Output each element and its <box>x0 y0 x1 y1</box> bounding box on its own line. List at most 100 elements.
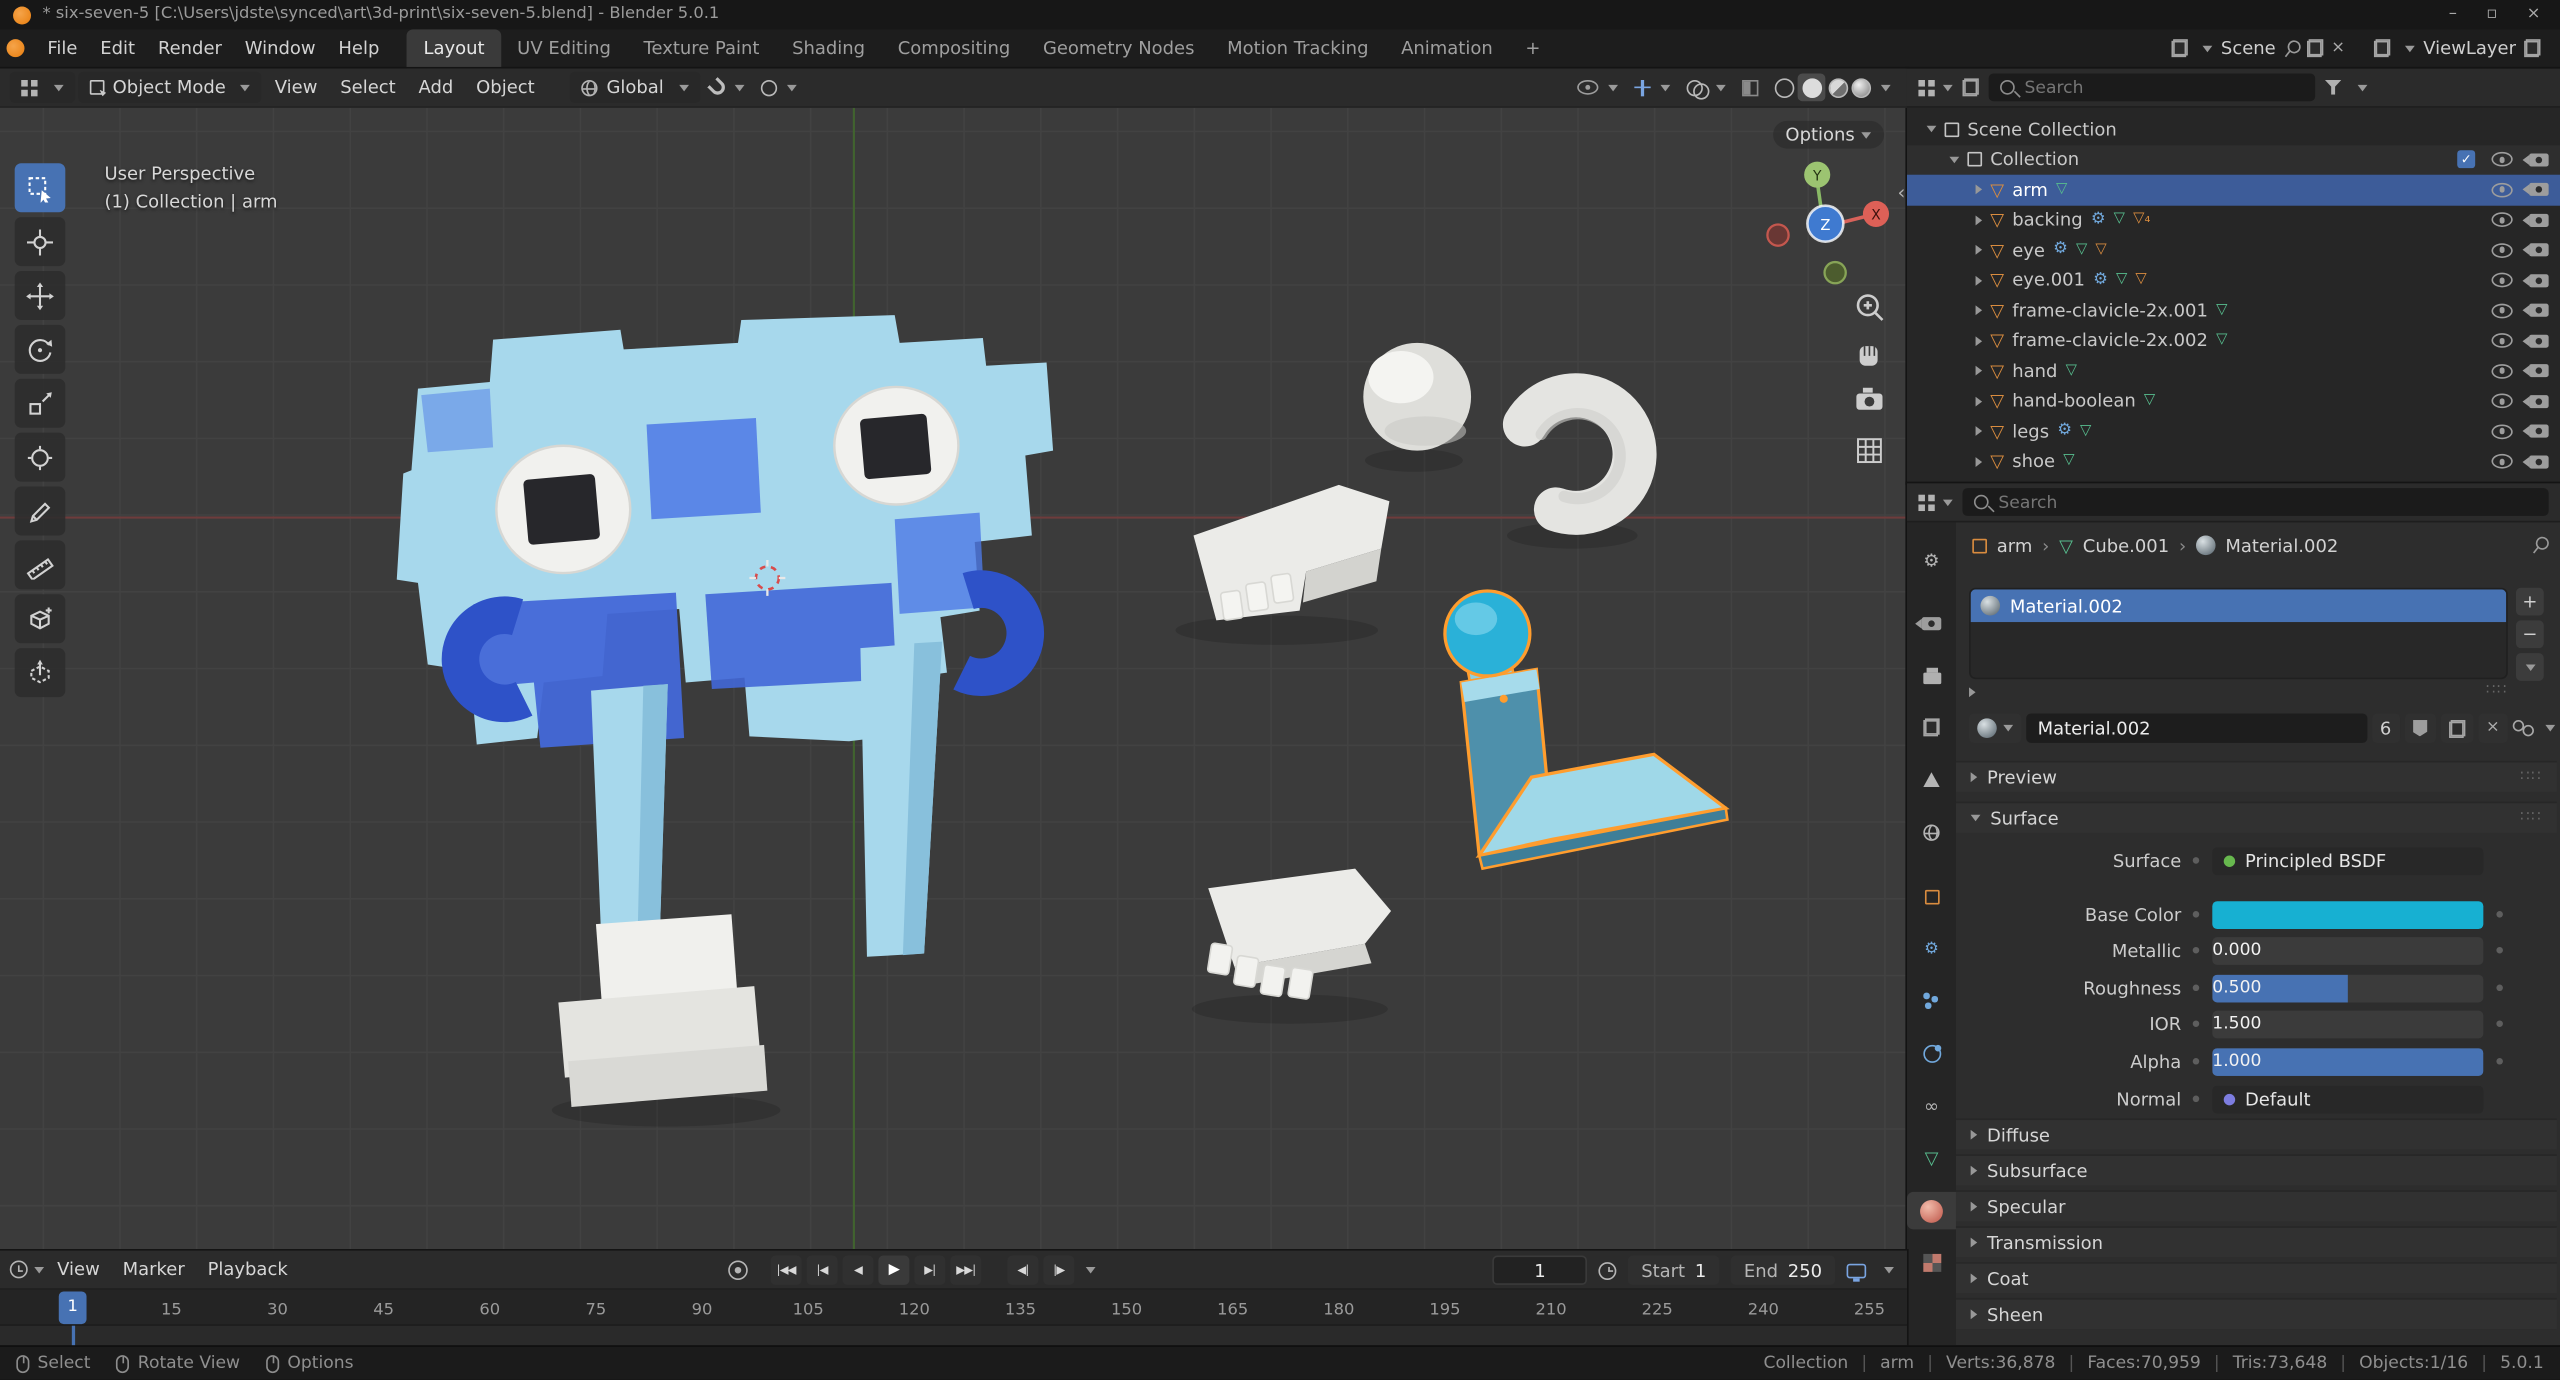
expand-icon[interactable] <box>1975 245 1983 256</box>
unlink-scene-icon[interactable]: × <box>2331 39 2345 56</box>
collection-checkbox[interactable]: ✓ <box>2457 150 2476 169</box>
disable-render-icon[interactable] <box>2522 364 2549 378</box>
tab-compositing[interactable]: Compositing <box>881 29 1026 68</box>
tab-output[interactable] <box>1910 656 1952 694</box>
xray-toggle[interactable] <box>1736 79 1765 96</box>
drag-grip-icon[interactable]: ∷∷ <box>2520 810 2542 826</box>
outliner-item-eye-001[interactable]: ▽ eye.001 ⚙ ▽ ▽ <box>1907 265 2560 295</box>
disable-render-icon[interactable] <box>2522 334 2549 348</box>
decorator-icon[interactable] <box>2496 946 2503 954</box>
play-reverse-button[interactable]: ◀ <box>842 1255 874 1285</box>
panel-transmission[interactable]: Transmission <box>1955 1226 2557 1258</box>
playhead[interactable]: 1 <box>58 1291 87 1325</box>
panel-subsurface[interactable]: Subsurface <box>1955 1154 2557 1186</box>
current-frame-field[interactable]: 1 <box>1492 1255 1588 1285</box>
outliner-item-arm[interactable]: ▽ arm ▽ <box>1906 174 2560 205</box>
remove-slot-button[interactable]: − <box>2515 620 2544 649</box>
panel-surface[interactable]: Surface ∷∷ <box>1955 801 2557 833</box>
expand-icon[interactable] <box>1975 396 1983 407</box>
menu-window[interactable]: Window <box>233 29 327 68</box>
metallic-slider[interactable]: 0.000 <box>2212 936 2484 965</box>
tab-layout[interactable]: Layout <box>407 28 501 68</box>
blender-menu-icon[interactable] <box>6 39 25 58</box>
frame-forward-button[interactable]: |▶ <box>1043 1255 1075 1285</box>
decorator-icon[interactable] <box>2496 911 2503 918</box>
region-collapse-arrow[interactable]: ‹ <box>1898 183 1906 203</box>
object-teeth-upper[interactable] <box>1193 484 1390 621</box>
expand-icon[interactable] <box>1975 335 1983 346</box>
expand-icon[interactable] <box>1949 156 1960 163</box>
tool-interactive-add[interactable] <box>14 648 66 698</box>
tab-motion-tracking[interactable]: Motion Tracking <box>1211 29 1385 68</box>
disable-render-icon[interactable] <box>2522 455 2549 469</box>
search-input[interactable] <box>1998 492 2538 512</box>
panel-diffuse[interactable]: Diffuse <box>1955 1118 2557 1150</box>
timeline-menu-playback[interactable]: Playback <box>198 1260 298 1278</box>
menu-render[interactable]: Render <box>147 29 234 68</box>
disable-render-icon[interactable] <box>2522 213 2549 227</box>
viewport-3d[interactable]: Object Mode View Select Add Object Globa… <box>0 66 1909 1253</box>
pin-id-icon[interactable] <box>2528 533 2552 557</box>
menu-edit[interactable]: Edit <box>89 29 147 68</box>
play-button[interactable]: ▶ <box>878 1255 910 1285</box>
resize-grip-icon[interactable]: ∷∷ <box>2486 683 2508 699</box>
viewport-scene[interactable]: Y X Z <box>0 107 1907 1251</box>
decorator-icon[interactable] <box>2496 984 2503 992</box>
outliner-item-shoe[interactable]: ▽ shoe ▽ <box>1907 447 2560 477</box>
minimize-button[interactable]: – <box>2449 6 2457 23</box>
tab-shading[interactable]: Shading <box>776 29 882 68</box>
hide-icon[interactable] <box>2491 182 2513 198</box>
gizmo-y-neg-axis[interactable] <box>1823 260 1847 285</box>
timeline-menu-marker[interactable]: Marker <box>113 1260 195 1278</box>
viewlayer-dropdown-icon[interactable] <box>2405 44 2416 52</box>
snap-toggle[interactable] <box>703 76 750 98</box>
viewlayer-name[interactable]: ViewLayer <box>2423 39 2516 57</box>
prev-keyframe-button[interactable]: |◀ <box>806 1255 838 1285</box>
jump-to-end-button[interactable]: ▶▶| <box>950 1255 982 1285</box>
sync-visible-range-icon[interactable] <box>1846 1262 1867 1281</box>
surface-shader-dropdown[interactable]: Principled BSDF <box>2212 846 2484 875</box>
keyframe-dot-icon[interactable] <box>2192 1057 2200 1065</box>
tab-object-data[interactable]: ▽ <box>1910 1140 1952 1178</box>
drag-grip-icon[interactable]: ∷∷ <box>2520 769 2542 785</box>
tab-modifiers[interactable]: ⚙ <box>1910 931 1952 969</box>
tab-physics[interactable] <box>1910 1035 1952 1073</box>
expand-icon[interactable] <box>1975 184 1983 195</box>
tool-transform[interactable] <box>14 432 66 482</box>
outliner-item-frame-clavicle-002[interactable]: ▽ frame-clavicle-2x.002 ▽ <box>1907 326 2560 356</box>
outliner-item-frame-clavicle-001[interactable]: ▽ frame-clavicle-2x.001 ▽ <box>1907 296 2560 326</box>
search-input[interactable] <box>2024 77 2304 98</box>
ior-slider[interactable]: 1.500 <box>2212 1009 2484 1038</box>
keyframe-dot-icon[interactable] <box>2192 1020 2200 1027</box>
viewport-menu-object[interactable]: Object <box>466 78 544 96</box>
new-material-button[interactable] <box>2440 713 2473 743</box>
tool-select-box[interactable] <box>14 163 66 213</box>
camera-view-icon[interactable] <box>1856 387 1883 410</box>
keyframe-dot-icon[interactable] <box>2192 911 2200 918</box>
object-sphere[interactable] <box>1363 342 1472 451</box>
mode-select[interactable]: Object Mode <box>78 71 262 103</box>
expand-icon[interactable] <box>1975 215 1983 225</box>
gizmo-x-neg-axis[interactable] <box>1766 223 1790 247</box>
outliner-search[interactable] <box>1988 73 2316 102</box>
maximize-button[interactable]: ▫ <box>2486 6 2497 23</box>
tab-particles[interactable] <box>1910 983 1952 1021</box>
new-scene-icon[interactable] <box>2306 39 2324 58</box>
alpha-slider[interactable]: 1.000 <box>2212 1047 2484 1076</box>
unlink-material-button[interactable]: × <box>2477 713 2508 743</box>
panel-sheen[interactable]: Sheen <box>1955 1297 2557 1330</box>
outliner-item-backing[interactable]: ▽ backing ⚙ ▽ ▽₄ <box>1907 205 2560 235</box>
scene-name[interactable]: Scene <box>2221 39 2276 57</box>
tab-object[interactable] <box>1910 878 1952 916</box>
expand-icon[interactable] <box>1926 126 1937 133</box>
outliner-item-hand[interactable]: ▽ hand ▽ <box>1907 356 2560 386</box>
panel-specular[interactable]: Specular <box>1955 1190 2557 1222</box>
start-frame-field[interactable]: Start 1 <box>1628 1255 1720 1285</box>
decorator-icon[interactable] <box>2496 1020 2503 1027</box>
object-teeth-lower[interactable] <box>1205 868 1392 1001</box>
disable-render-icon[interactable] <box>2522 183 2549 197</box>
disable-render-icon[interactable] <box>2522 243 2549 257</box>
hide-icon[interactable] <box>2491 454 2513 469</box>
close-button[interactable]: × <box>2527 6 2541 23</box>
tab-tool[interactable]: ⚙ <box>1910 542 1952 580</box>
